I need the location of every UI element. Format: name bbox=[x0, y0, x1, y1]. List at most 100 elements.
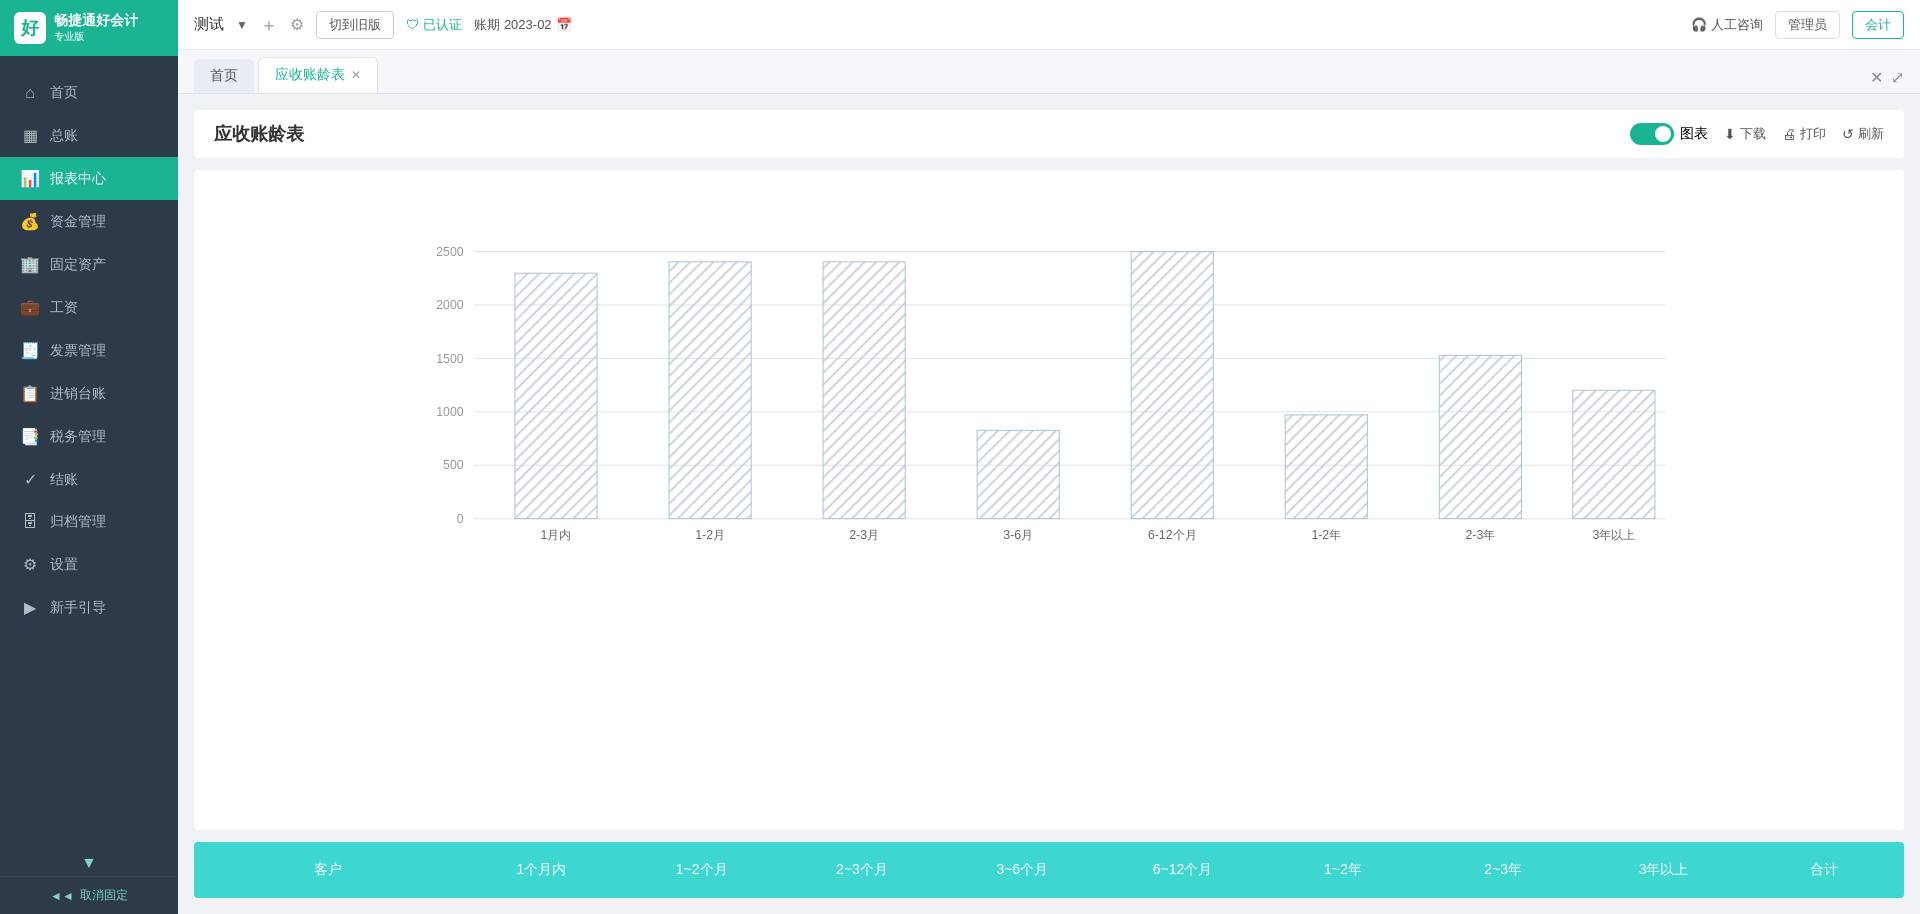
tax-icon: 📑 bbox=[20, 427, 40, 446]
certified-badge: 🛡 已认证 bbox=[406, 16, 462, 34]
bar-1月内 bbox=[515, 273, 597, 518]
col-3-6month: 3~6个月 bbox=[942, 842, 1102, 898]
sidebar-item-home[interactable]: ⌂ 首页 bbox=[0, 72, 178, 114]
user-btn[interactable]: 管理员 bbox=[1775, 11, 1840, 39]
logo-text: 畅捷通好会计 专业版 bbox=[54, 12, 138, 44]
settings-btn[interactable]: ⚙ bbox=[290, 15, 304, 34]
calendar-icon[interactable]: 📅 bbox=[556, 17, 572, 32]
svg-text:0: 0 bbox=[457, 512, 464, 526]
svg-text:6-12个月: 6-12个月 bbox=[1148, 528, 1197, 542]
sidebar-item-payroll[interactable]: 💼 工资 bbox=[0, 286, 178, 329]
refresh-icon: ↺ bbox=[1842, 126, 1854, 142]
sidebar-item-settings[interactable]: ⚙ 设置 bbox=[0, 543, 178, 586]
switch-old-version-btn[interactable]: 切到旧版 bbox=[316, 11, 394, 39]
svg-text:2000: 2000 bbox=[436, 298, 464, 312]
app-logo: 好 畅捷通好会计 专业版 bbox=[0, 0, 178, 56]
sidebar-item-tax[interactable]: 📑 税务管理 bbox=[0, 415, 178, 458]
help-btn[interactable]: 🎧 人工咨询 bbox=[1691, 16, 1763, 34]
tab-expand-btn[interactable]: ⤢ bbox=[1891, 68, 1904, 87]
app-edition: 专业版 bbox=[54, 30, 138, 44]
cancel-fixed-icon: ◄◄ bbox=[50, 889, 74, 903]
sidebar-item-label: 税务管理 bbox=[50, 428, 106, 446]
chart-area: 0 500 1000 1500 2000 2500 1月内 bbox=[194, 170, 1904, 830]
col-2-3month: 2~3个月 bbox=[782, 842, 942, 898]
page-header: 应收账龄表 图表 ⬇ 下载 🖨 打印 ↺ 刷新 bbox=[194, 110, 1904, 158]
page-actions: 图表 ⬇ 下载 🖨 打印 ↺ 刷新 bbox=[1630, 123, 1884, 145]
sidebar-item-label: 资金管理 bbox=[50, 213, 106, 231]
tab-close-btn[interactable]: ✕ bbox=[351, 68, 361, 82]
bar-3-6月 bbox=[977, 430, 1059, 518]
col-2-3year: 2~3年 bbox=[1423, 842, 1583, 898]
svg-text:1月内: 1月内 bbox=[541, 528, 572, 542]
bar-2-3月 bbox=[823, 262, 905, 519]
svg-text:1500: 1500 bbox=[436, 352, 464, 366]
chart-toggle-label: 图表 bbox=[1680, 125, 1708, 143]
tabbar-actions: ✕ ⤢ bbox=[1870, 68, 1904, 93]
sidebar-item-trade[interactable]: 📋 进销台账 bbox=[0, 372, 178, 415]
col-1month: 1个月内 bbox=[461, 842, 621, 898]
bar-1-2年 bbox=[1285, 415, 1367, 519]
sidebar: 好 畅捷通好会计 专业版 ⌂ 首页 ▦ 总账 📊 报表中心 💰 资金管理 🏢 固… bbox=[0, 0, 178, 914]
tab-aging-report-label: 应收账龄表 bbox=[275, 66, 345, 84]
logo-icon: 好 bbox=[14, 12, 46, 44]
tab-aging-report[interactable]: 应收账龄表 ✕ bbox=[258, 57, 378, 93]
cancel-fixed-label: 取消固定 bbox=[80, 887, 128, 904]
download-label: 下载 bbox=[1740, 125, 1766, 143]
period-display: 账期 2023-02 📅 bbox=[474, 16, 572, 34]
scroll-up-area bbox=[0, 64, 178, 72]
sidebar-item-label: 首页 bbox=[50, 84, 78, 102]
col-6-12month: 6~12个月 bbox=[1102, 842, 1262, 898]
invoice-icon: 🧾 bbox=[20, 341, 40, 360]
add-workspace-btn[interactable]: ＋ bbox=[260, 13, 278, 37]
payroll-icon: 💼 bbox=[20, 298, 40, 317]
refresh-btn[interactable]: ↺ 刷新 bbox=[1842, 125, 1884, 143]
period-value: 2023-02 bbox=[504, 17, 552, 32]
svg-text:500: 500 bbox=[443, 458, 464, 472]
sidebar-item-label: 报表中心 bbox=[50, 170, 106, 188]
svg-text:2-3年: 2-3年 bbox=[1465, 528, 1495, 542]
sidebar-item-label: 新手引导 bbox=[50, 599, 106, 617]
sidebar-item-ledger[interactable]: ▦ 总账 bbox=[0, 114, 178, 157]
role-btn[interactable]: 会计 bbox=[1852, 11, 1904, 39]
sidebar-item-reports[interactable]: 📊 报表中心 bbox=[0, 157, 178, 200]
chart-toggle[interactable] bbox=[1630, 123, 1674, 145]
sidebar-item-label: 工资 bbox=[50, 299, 78, 317]
page-title: 应收账龄表 bbox=[214, 122, 304, 146]
workspace-name: 测试 bbox=[194, 15, 224, 34]
sidebar-item-guide[interactable]: ▶ 新手引导 bbox=[0, 586, 178, 629]
bar-2-3年 bbox=[1439, 355, 1521, 518]
tab-home[interactable]: 首页 bbox=[194, 59, 254, 93]
scroll-down-btn[interactable]: ▼ bbox=[0, 850, 178, 876]
svg-text:1-2月: 1-2月 bbox=[695, 528, 725, 542]
col-customer: 客户 bbox=[194, 842, 461, 898]
tab-close-window-btn[interactable]: ✕ bbox=[1870, 68, 1883, 87]
svg-text:3年以上: 3年以上 bbox=[1592, 528, 1635, 542]
table-header: 客户 1个月内 1~2个月 2~3个月 3~6个月 6~12个月 1~2年 2~… bbox=[194, 842, 1904, 898]
print-icon: 🖨 bbox=[1782, 126, 1796, 142]
help-label: 人工咨询 bbox=[1711, 16, 1763, 34]
download-icon: ⬇ bbox=[1724, 126, 1736, 142]
col-1-2month: 1~2个月 bbox=[622, 842, 782, 898]
sidebar-item-label: 固定资产 bbox=[50, 256, 106, 274]
sidebar-item-label: 设置 bbox=[50, 556, 78, 574]
main-area: 测试 ▼ ＋ ⚙ 切到旧版 🛡 已认证 账期 2023-02 📅 🎧 人工咨询 … bbox=[178, 0, 1920, 914]
scroll-down-arrow: ▼ bbox=[81, 854, 97, 872]
workspace-dropdown-icon[interactable]: ▼ bbox=[236, 18, 248, 32]
svg-text:3-6月: 3-6月 bbox=[1003, 528, 1033, 542]
sidebar-item-invoice[interactable]: 🧾 发票管理 bbox=[0, 329, 178, 372]
headset-icon: 🎧 bbox=[1691, 17, 1707, 32]
print-btn[interactable]: 🖨 打印 bbox=[1782, 125, 1826, 143]
sidebar-item-funds[interactable]: 💰 资金管理 bbox=[0, 200, 178, 243]
funds-icon: 💰 bbox=[20, 212, 40, 231]
sidebar-item-archive[interactable]: 🗄 归档管理 bbox=[0, 501, 178, 543]
sidebar-item-assets[interactable]: 🏢 固定资产 bbox=[0, 243, 178, 286]
print-label: 打印 bbox=[1800, 125, 1826, 143]
download-btn[interactable]: ⬇ 下载 bbox=[1724, 125, 1766, 143]
svg-text:1-2年: 1-2年 bbox=[1311, 528, 1341, 542]
sidebar-item-close-accounts[interactable]: ✓ 结账 bbox=[0, 458, 178, 501]
svg-text:2-3月: 2-3月 bbox=[849, 528, 879, 542]
sidebar-item-label: 进销台账 bbox=[50, 385, 106, 403]
reports-icon: 📊 bbox=[20, 169, 40, 188]
col-3plus-year: 3年以上 bbox=[1583, 842, 1743, 898]
cancel-fixed-btn[interactable]: ◄◄ 取消固定 bbox=[0, 876, 178, 914]
